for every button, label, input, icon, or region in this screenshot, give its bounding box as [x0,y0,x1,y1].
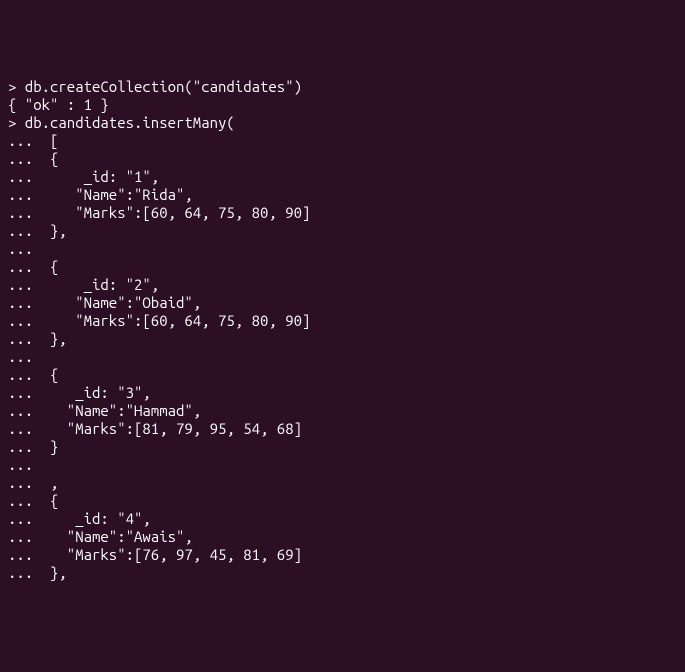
terminal-line: ... "Marks":[60, 64, 75, 80, 90] [8,204,677,222]
terminal-line: ... { [8,258,677,276]
terminal-line: > db.candidates.insertMany( [8,114,677,132]
terminal-output[interactable]: > db.createCollection("candidates"){ "ok… [8,78,677,582]
terminal-line: ... { [8,366,677,384]
terminal-line: ... _id: "3", [8,384,677,402]
terminal-line: ... [8,240,677,258]
terminal-line: ... { [8,150,677,168]
terminal-line: ... [8,456,677,474]
terminal-line: ... _id: "1", [8,168,677,186]
terminal-line: ... "Name":"Hammad", [8,402,677,420]
terminal-line: ... [8,348,677,366]
terminal-line: ... "Marks":[76, 97, 45, 81, 69] [8,546,677,564]
terminal-line: ... }, [8,222,677,240]
terminal-line: ... "Name":"Awais", [8,528,677,546]
terminal-line: ... "Name":"Obaid", [8,294,677,312]
terminal-line: ... } [8,438,677,456]
terminal-line: ... }, [8,564,677,582]
terminal-line: ... _id: "2", [8,276,677,294]
terminal-line: > db.createCollection("candidates") [8,78,677,96]
terminal-line: ... "Marks":[60, 64, 75, 80, 90] [8,312,677,330]
terminal-line: ... , [8,474,677,492]
terminal-line: ... [ [8,132,677,150]
terminal-line: ... "Marks":[81, 79, 95, 54, 68] [8,420,677,438]
terminal-line: ... _id: "4", [8,510,677,528]
terminal-line: ... }, [8,330,677,348]
terminal-line: ... { [8,492,677,510]
terminal-line: { "ok" : 1 } [8,96,677,114]
terminal-line: ... "Name":"Rida", [8,186,677,204]
